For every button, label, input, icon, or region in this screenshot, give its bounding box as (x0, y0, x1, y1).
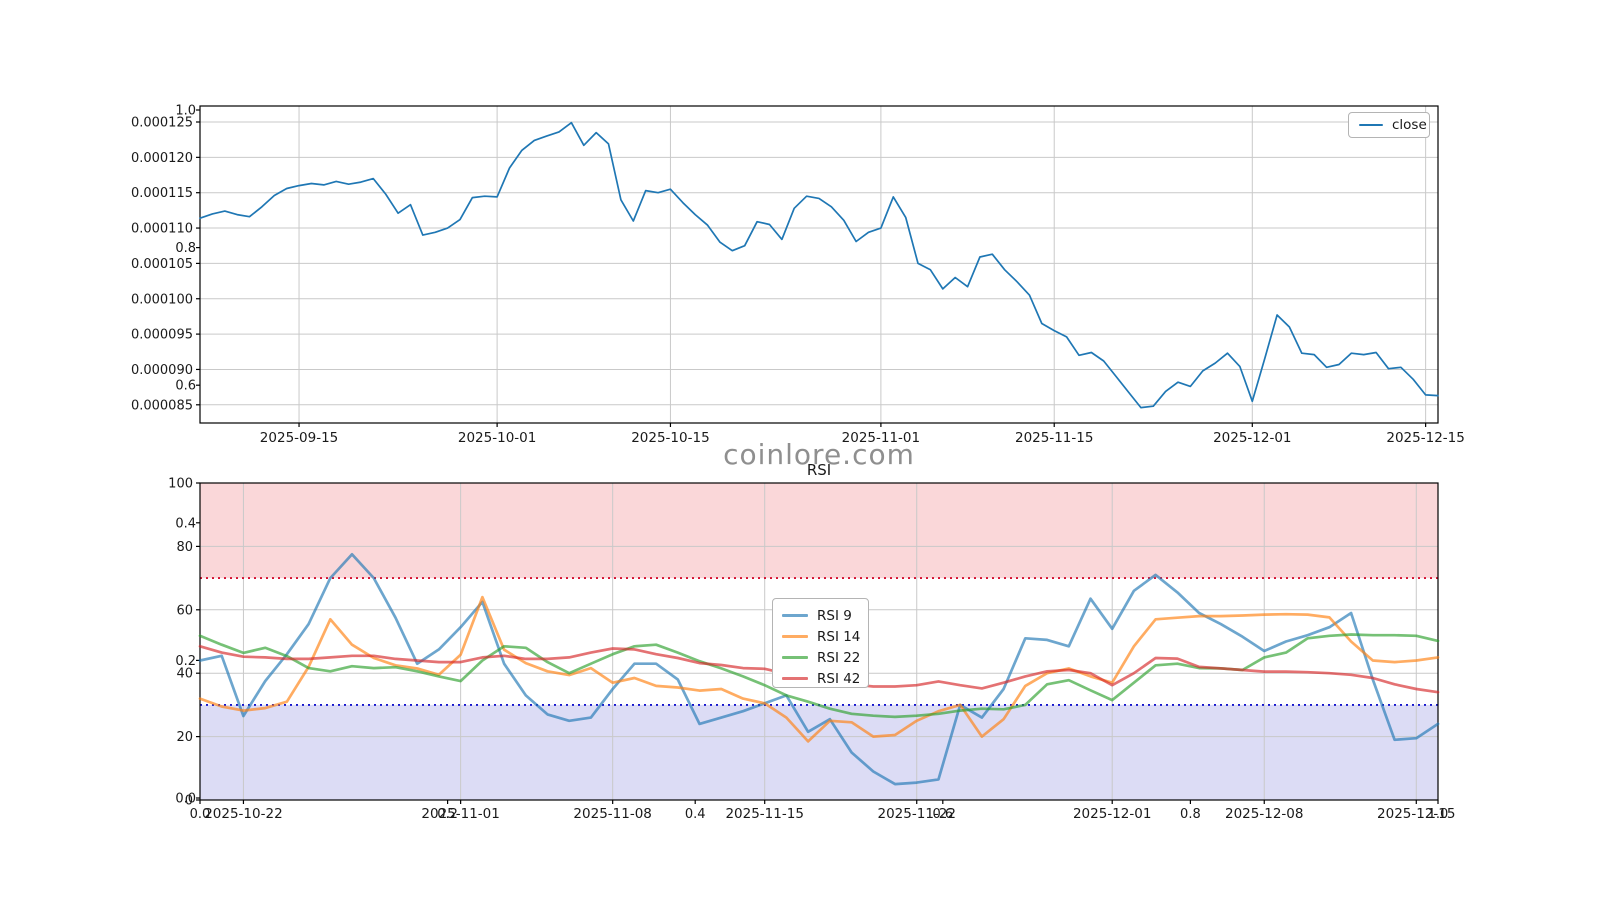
rsi-xtick-label: 2025-12-08 (1225, 806, 1303, 822)
price-xtick-label: 2025-10-01 (458, 430, 536, 446)
price-xtick-label: 2025-10-15 (631, 430, 709, 446)
rsi-ytick-label: 60 (176, 603, 193, 618)
twin-ytick-label: 0.4 (175, 516, 196, 531)
rsi-legend-line (782, 634, 808, 639)
twin-xtick-label: 0.4 (685, 807, 706, 822)
rsi-legend-item: RSI 22 (782, 647, 868, 668)
rsi-ytick-label: 20 (176, 730, 193, 745)
rsi-legend-line (782, 655, 808, 660)
rsi-ytick-label: 80 (176, 540, 193, 555)
price-xtick-label: 2025-12-01 (1213, 430, 1291, 446)
price-xtick-label: 2025-12-15 (1386, 430, 1464, 446)
rsi-ytick-label: 40 (176, 667, 193, 682)
price-ytick-label: 0.000085 (131, 398, 193, 413)
rsi-xtick-label: 2025-10-22 (204, 806, 282, 822)
twin-xtick-label: 0.6 (932, 807, 953, 822)
twin-ytick-label: 1.0 (175, 104, 196, 119)
rsi-legend: RSI 9 RSI 14 RSI 22 RSI 42 (772, 598, 869, 688)
price-xtick-label: 2025-11-15 (1015, 430, 1093, 446)
twin-xtick-label: 0.8 (1180, 807, 1201, 822)
rsi-legend-line (782, 613, 808, 618)
twin-ytick-label: 0.8 (175, 241, 196, 256)
twin-xtick-label: 0.2 (437, 807, 458, 822)
oversold-band (200, 704, 1438, 800)
figure: 0.000085 0.000090 0.000095 0.000100 0.000105… (0, 0, 1600, 900)
rsi-legend-item: RSI 42 (782, 668, 868, 689)
price-ytick-label: 0.000120 (131, 151, 193, 166)
price-ytick-label: 0.000090 (131, 363, 193, 378)
price-ytick-label: 0.000100 (131, 292, 193, 307)
twin-xtick-label: 1.0 (1428, 807, 1449, 822)
price-ytick-label: 0.000095 (131, 328, 193, 343)
rsi-xtick-label: 2025-11-15 (725, 806, 803, 822)
twin-xtick-label: 0.0 (190, 807, 211, 822)
price-ytick-label: 0.000110 (131, 222, 193, 237)
overbought-band (200, 483, 1438, 579)
rsi-legend-item: RSI 9 (782, 605, 868, 626)
rsi-legend-label: RSI 14 (817, 628, 861, 645)
rsi-legend-label: RSI 9 (817, 607, 852, 624)
price-xtick-label: 2025-09-15 (260, 430, 338, 446)
price-xtick-label: 2025-11-01 (842, 430, 920, 446)
twin-ytick-label: 0.6 (175, 379, 196, 394)
rsi-xtick-label: 2025-11-08 (573, 806, 651, 822)
rsi-ytick-label: 100 (168, 477, 193, 492)
rsi-legend-label: RSI 22 (817, 649, 861, 666)
rsi-legend-line (782, 676, 808, 681)
rsi-legend-label: RSI 42 (817, 670, 861, 687)
price-ytick-label: 0.000105 (131, 257, 193, 272)
price-ytick-label: 0.000115 (131, 186, 193, 201)
close-legend-label: close (1392, 117, 1427, 133)
close-legend: close (1348, 112, 1430, 138)
rsi-xtick-label: 2025-12-01 (1073, 806, 1151, 822)
rsi-legend-item: RSI 14 (782, 626, 868, 647)
rsi-xtick-label: 2025-11-01 (421, 806, 499, 822)
close-legend-line (1359, 123, 1383, 127)
